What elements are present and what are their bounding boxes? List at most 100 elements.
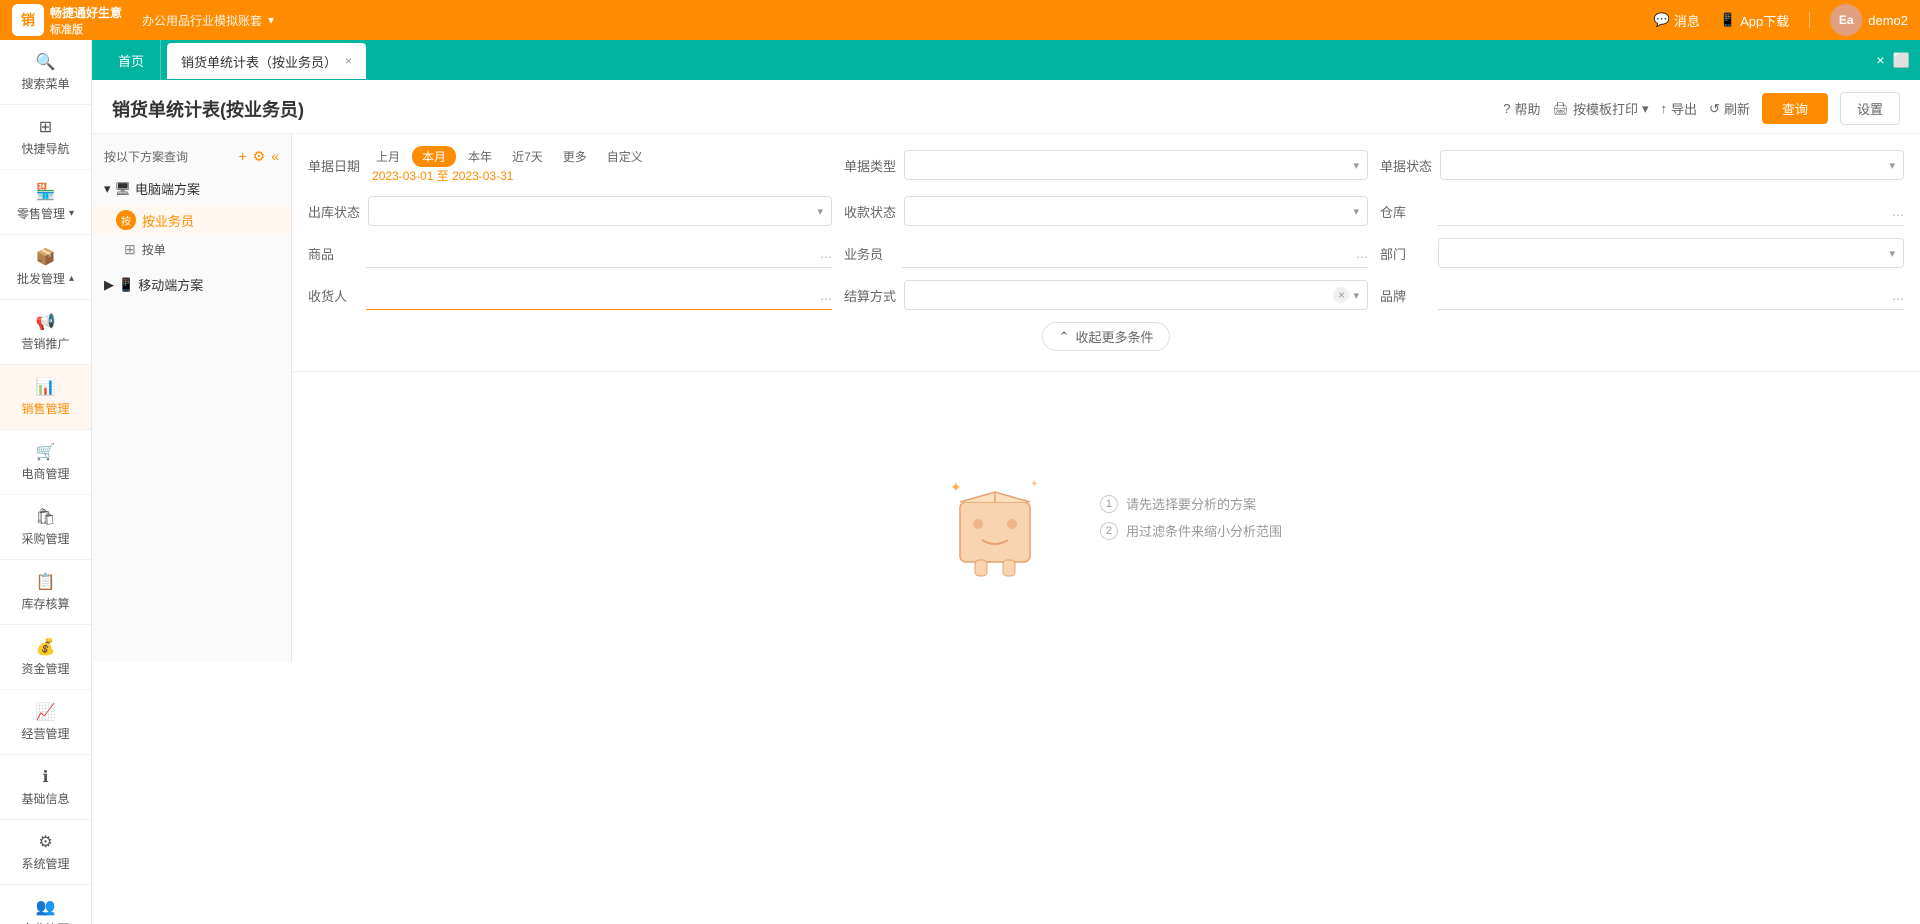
brand-dots[interactable]: ... [1892, 287, 1904, 303]
tab-close-btn[interactable]: × [345, 54, 352, 68]
step-1-num: 1 [1100, 495, 1118, 513]
doc-status-label: 单据状态 [1380, 156, 1432, 175]
date-filter: 上月 本月 本年 近7天 更多 自定义 [368, 146, 832, 167]
brand-info: 畅捷通好生意 标准版 [50, 4, 122, 37]
sidebar-item-finance[interactable]: 💰 资金管理 [0, 625, 91, 690]
date-label: 单据日期 [308, 156, 360, 175]
salesman-circle-icon: 按 [116, 210, 136, 230]
print-dropdown-icon: ▾ [1642, 101, 1649, 117]
refresh-icon: ↺ [1709, 101, 1720, 117]
collapse-btn[interactable]: ⌃ 收起更多条件 [1042, 322, 1171, 351]
doc-type-dropdown[interactable]: ▾ [904, 150, 1368, 180]
sidebar-item-purchase[interactable]: 🛍 采购管理 [0, 495, 91, 560]
date-range-display: 2023-03-01 至 2023-03-31 [372, 167, 832, 184]
salesman-label: 业务员 [844, 244, 894, 263]
sidebar: 🔍 搜索菜单 ⊞ 快捷导航 🏪 零售管理 ▾ 📦 批发管理 ▴ [0, 40, 92, 924]
collapse-panel-btn[interactable]: « [271, 148, 279, 165]
refresh-btn[interactable]: ↺ 刷新 [1709, 99, 1750, 118]
sidebar-item-system[interactable]: ⚙ 系统管理 [0, 820, 91, 885]
window-maximize-btn[interactable]: ⬜ [1893, 52, 1910, 69]
print-btn[interactable]: 🖨 按模板打印 ▾ [1552, 99, 1648, 118]
filter-row-1: 单据日期 上月 本月 本年 近7天 更多 自定义 [308, 146, 1904, 184]
export-btn[interactable]: ↑ 导出 [1661, 99, 1698, 118]
dropdown-arrow-title[interactable]: ▾ [268, 13, 274, 27]
step-2-num: 2 [1100, 522, 1118, 540]
scheme-group-pc: ▾ 🖥 电脑端方案 按 按业务员 ⊞ [92, 173, 291, 263]
date-7days[interactable]: 近7天 [504, 146, 551, 167]
tab-home[interactable]: 首页 [102, 40, 161, 80]
consignee-control[interactable]: ... [366, 280, 832, 310]
brand-subtitle: 标准版 [50, 21, 122, 37]
help-btn[interactable]: ? 帮助 [1503, 99, 1540, 118]
scheme-settings-btn[interactable]: ⚙ [253, 148, 266, 165]
sidebar-item-ecommerce[interactable]: 🛒 电商管理 [0, 430, 91, 495]
date-custom[interactable]: 自定义 [599, 146, 651, 167]
dept-dropdown[interactable]: ▾ [1438, 238, 1904, 268]
divider [1809, 12, 1810, 28]
out-status-dropdown[interactable]: ▾ [368, 196, 832, 226]
message-btn[interactable]: 💬 消息 [1654, 11, 1700, 30]
sidebar-item-sales[interactable]: 📊 销售管理 [0, 365, 91, 430]
sidebar-item-cooperation[interactable]: 👥 企业协同 [0, 885, 91, 924]
sidebar-item-wholesale[interactable]: 📦 批发管理 ▴ [0, 235, 91, 300]
doc-type-field: 单据类型 ▾ [844, 150, 1368, 180]
sidebar-item-marketing[interactable]: 📢 营销推广 [0, 300, 91, 365]
product-label: 商品 [308, 244, 358, 263]
product-dots[interactable]: ... [820, 245, 832, 261]
add-scheme-btn[interactable]: + [238, 148, 246, 165]
date-this-month[interactable]: 本月 [412, 146, 456, 167]
page-content: 销货单统计表(按业务员) ? 帮助 🖨 按模板打印 ▾ ↑ [92, 80, 1920, 924]
sidebar-item-inventory[interactable]: 📋 库存核算 [0, 560, 91, 625]
scheme-item-order[interactable]: ⊞ 按单 [92, 236, 291, 263]
scheme-group-mobile-header[interactable]: ▶ 📱 移动端方案 [92, 269, 291, 300]
sidebar-item-retail[interactable]: 🏪 零售管理 ▾ [0, 170, 91, 235]
date-more[interactable]: 更多 [555, 146, 595, 167]
filter-row-2: 出库状态 ▾ 收款状态 [308, 196, 1904, 226]
settings-btn[interactable]: 设置 [1840, 92, 1900, 125]
right-content: 单据日期 上月 本月 本年 近7天 更多 自定义 [292, 134, 1920, 662]
sidebar-item-basic[interactable]: ℹ 基础信息 [0, 755, 91, 820]
salesman-dots[interactable]: ... [1356, 245, 1368, 261]
window-controls: × ⬜ [1876, 52, 1910, 69]
doc-status-dropdown[interactable]: ▾ [1440, 150, 1904, 180]
filter-area: 单据日期 上月 本月 本年 近7天 更多 自定义 [292, 134, 1920, 371]
consignee-dots[interactable]: ... [820, 287, 832, 303]
cooperation-icon: 👥 [36, 897, 56, 917]
retail-icon: 🏪 [36, 182, 56, 202]
settlement-dropdown[interactable]: × ▾ [904, 280, 1368, 310]
brand-name: 畅捷通好生意 [50, 4, 122, 21]
scheme-group-pc-header[interactable]: ▾ 🖥 电脑端方案 [92, 173, 291, 204]
tab-active[interactable]: 销货单统计表（按业务员） × [167, 43, 366, 79]
basic-icon: ℹ [42, 767, 48, 787]
warehouse-dots[interactable]: ... [1892, 203, 1904, 219]
finance-icon: 💰 [36, 637, 56, 657]
date-last-month[interactable]: 上月 [368, 146, 408, 167]
salesman-control[interactable]: ... [902, 238, 1368, 268]
sales-icon: 📊 [36, 377, 56, 397]
user-menu[interactable]: Ea demo2 [1830, 4, 1908, 36]
brand-control[interactable]: ... [1438, 280, 1904, 310]
mobile-group-arrow: ▶ [104, 277, 114, 293]
app-download-btn[interactable]: 📱 App下载 [1720, 11, 1789, 30]
sidebar-item-search[interactable]: 🔍 搜索菜单 [0, 40, 91, 105]
sidebar-item-quicknav[interactable]: ⊞ 快捷导航 [0, 105, 91, 170]
out-status-arrow: ▾ [817, 205, 823, 218]
collapse-row: ⌃ 收起更多条件 [308, 322, 1904, 351]
window-close-btn[interactable]: × [1876, 52, 1884, 69]
sidebar-item-business[interactable]: 📈 经营管理 [0, 690, 91, 755]
doc-type-label: 单据类型 [844, 156, 896, 175]
date-this-year[interactable]: 本年 [460, 146, 500, 167]
receipt-status-dropdown[interactable]: ▾ [904, 196, 1368, 226]
retail-arrow: ▾ [69, 208, 74, 219]
query-btn[interactable]: 查询 [1762, 93, 1828, 124]
product-control[interactable]: ... [366, 238, 832, 268]
warehouse-field: 仓库 ... [1380, 196, 1904, 226]
settlement-clear-btn[interactable]: × [1333, 287, 1349, 303]
warehouse-control[interactable]: ... [1438, 196, 1904, 226]
top-bar: 销 畅捷通好生意 标准版 办公用品行业模拟账套 ▾ 💬 消息 📱 App下载 E… [0, 0, 1920, 40]
main-body: 按以下方案查询 + ⚙ « ▾ 🖥 [92, 134, 1920, 662]
purchase-icon: 🛍 [35, 507, 55, 527]
scheme-item-salesman[interactable]: 按 按业务员 [92, 204, 291, 236]
consignee-input[interactable] [366, 287, 820, 302]
message-icon: 💬 [1654, 12, 1670, 28]
